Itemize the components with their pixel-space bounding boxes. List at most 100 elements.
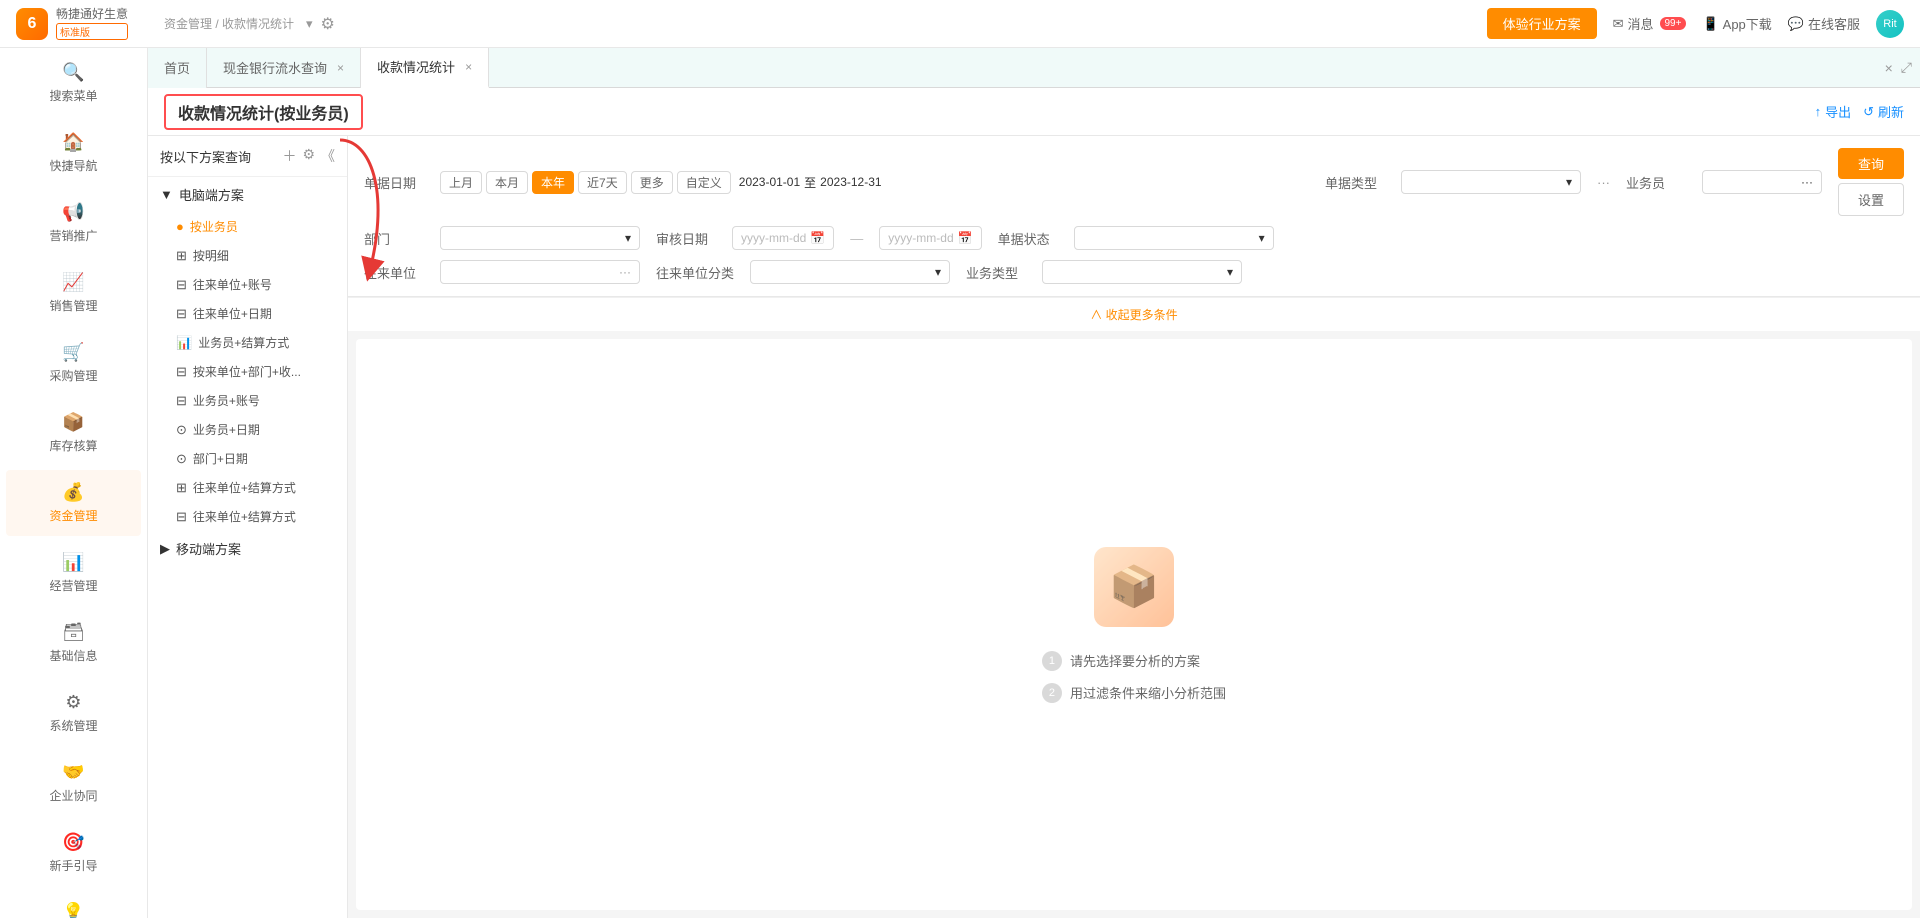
new-guide-icon: 🎯 <box>62 832 84 853</box>
sidebar-label-marketing: 营销推广 <box>49 227 97 244</box>
scheme-partner-dept-label: 按来单位+部门+收... <box>193 363 301 380</box>
collapse-bar[interactable]: ∧ 收起更多条件 <box>348 297 1920 331</box>
query-btn[interactable]: 查询 <box>1838 148 1904 179</box>
review-from-placeholder: yyyy-mm-dd <box>741 231 806 245</box>
dept-select[interactable]: ▾ <box>440 226 640 250</box>
sidebar-item-quick-nav[interactable]: 🏠 快捷导航 <box>6 120 141 186</box>
date-this-year[interactable]: 本年 <box>532 171 574 194</box>
tab-bank-flow[interactable]: 现金银行流水查询 × <box>207 48 361 88</box>
sidebar-item-operation[interactable]: 📊 经营管理 <box>6 540 141 606</box>
tab-collection-close[interactable]: × <box>465 60 472 74</box>
date-more[interactable]: 更多 <box>631 171 673 194</box>
trial-btn[interactable]: 体验行业方案 <box>1487 8 1597 39</box>
partner-input[interactable]: ··· <box>440 260 640 284</box>
doc-status-select[interactable]: ▾ <box>1074 226 1274 250</box>
sidebar-item-basic-info[interactable]: 🗃 基础信息 <box>6 610 141 676</box>
scheme-salesman-date[interactable]: ⊙ 业务员+日期 <box>160 415 347 444</box>
empty-step-2: 2 用过滤条件来缩小分析范围 <box>1042 683 1226 703</box>
step-1-text: 请先选择要分析的方案 <box>1070 651 1200 670</box>
partner-type-chevron: ▾ <box>935 265 941 279</box>
export-icon: ↑ <box>1815 104 1822 119</box>
left-panel-title: 按以下方案查询 <box>160 147 251 166</box>
date-last-7days[interactable]: 近7天 <box>578 171 627 194</box>
scheme-ps2-icon: ⊟ <box>176 509 187 525</box>
messages-badge: 99+ <box>1660 17 1687 30</box>
tab-restore-icon[interactable]: ⤢ <box>1901 59 1912 76</box>
online-service-btn[interactable]: 💬 在线客服 <box>1788 14 1860 33</box>
sidebar-item-purchase[interactable]: 🛒 采购管理 <box>6 330 141 396</box>
date-last-month[interactable]: 上月 <box>440 171 482 194</box>
mobile-group-header[interactable]: ▶ 移动端方案 <box>148 531 347 566</box>
scheme-partner-settle[interactable]: ⊞ 往来单位+结算方式 <box>160 473 347 502</box>
export-btn[interactable]: ↑ 导出 <box>1815 102 1852 121</box>
refresh-btn[interactable]: ↺ 刷新 <box>1863 102 1904 121</box>
empty-steps: 1 请先选择要分析的方案 2 用过滤条件来缩小分析范围 <box>1042 651 1226 703</box>
salesman-select[interactable]: ··· <box>1702 170 1822 194</box>
scheme-partner-dept[interactable]: ⊟ 按来单位+部门+收... <box>160 357 347 386</box>
date-range-sep: 至 <box>804 174 816 191</box>
app-download-btn[interactable]: 📱 App下载 <box>1702 14 1771 33</box>
sidebar-item-inventory[interactable]: 📦 库存核算 <box>6 400 141 466</box>
scheme-dept-date[interactable]: ⊙ 部门+日期 <box>160 444 347 473</box>
sidebar-item-new-guide[interactable]: 🎯 新手引导 <box>6 820 141 886</box>
review-to-cal-icon: 📅 <box>958 231 973 245</box>
date-quick-btns: 上月 本月 本年 近7天 更多 自定义 <box>440 171 731 194</box>
tab-home[interactable]: 首页 <box>148 48 207 88</box>
date-this-month[interactable]: 本月 <box>486 171 528 194</box>
scheme-pa-icon: ⊟ <box>176 277 187 293</box>
tab-bank-flow-close[interactable]: × <box>337 61 344 75</box>
logo-badge: 标准版 <box>56 23 128 40</box>
scheme-settings-icon[interactable]: ⚙ <box>302 146 315 166</box>
partner-type-select[interactable]: ▾ <box>750 260 950 284</box>
sidebar-item-smart-hw[interactable]: 💡 智能硬件 <box>6 890 141 918</box>
app-download-label: App下载 <box>1723 14 1772 33</box>
doc-status-label: 单据状态 <box>998 229 1058 248</box>
user-name: Rit <box>1883 18 1896 30</box>
doc-type-more-icon[interactable]: ··· <box>1597 175 1610 190</box>
header-dropdown-icon[interactable]: ▾ <box>306 16 313 32</box>
collapse-panel-btn[interactable]: 《 <box>321 146 335 166</box>
desktop-group-header[interactable]: ▼ 电脑端方案 <box>148 177 347 212</box>
enterprise-icon: 🤝 <box>62 762 84 783</box>
left-panel-header: 按以下方案查询 ＋ ⚙ 《 <box>148 136 347 177</box>
scheme-partner-settle2[interactable]: ⊟ 往来单位+结算方式 <box>160 502 347 531</box>
sidebar-label-sales: 销售管理 <box>49 297 97 314</box>
empty-area: 📦 1 请先选择要分析的方案 2 用过滤条件来缩小分析范围 <box>356 339 1912 910</box>
user-avatar[interactable]: Rit <box>1876 10 1904 38</box>
date-label: 单据日期 <box>364 173 424 192</box>
salesman-label: 业务员 <box>1626 173 1686 192</box>
mobile-group-arrow: ▶ <box>160 541 170 557</box>
biz-type-select[interactable]: ▾ <box>1042 260 1242 284</box>
scheme-by-salesman[interactable]: ● 按业务员 <box>160 212 347 241</box>
sidebar-item-enterprise[interactable]: 🤝 企业协同 <box>6 750 141 816</box>
scheme-by-detail[interactable]: ⊞ 按明细 <box>160 241 347 270</box>
filter-row-2: 部门 ▾ 审核日期 yyyy-mm-dd 📅 — yyyy-mm-dd <box>364 226 1904 250</box>
partner-more-icon[interactable]: ··· <box>619 265 631 279</box>
sidebar-item-marketing[interactable]: 📢 营销推广 <box>6 190 141 256</box>
review-date-from[interactable]: yyyy-mm-dd 📅 <box>732 226 834 250</box>
review-date-to[interactable]: yyyy-mm-dd 📅 <box>879 226 981 250</box>
header-nav-area: 资金管理 / 收款情况统计 ▾ ⚙ <box>164 14 1487 34</box>
scheme-salesman-account[interactable]: ⊟ 业务员+账号 <box>160 386 347 415</box>
tab-collection[interactable]: 收款情况统计 × <box>361 48 489 88</box>
add-scheme-btn[interactable]: ＋ <box>282 146 296 166</box>
filter-row-3: 往来单位 ··· 往来单位分类 ▾ 业务类型 <box>364 260 1904 284</box>
messages-btn[interactable]: ✉ 消息 99+ <box>1613 14 1687 33</box>
sidebar-label-finance: 资金管理 <box>49 507 97 524</box>
sidebar-item-search[interactable]: 🔍 搜索菜单 <box>6 50 141 116</box>
scheme-partner-account[interactable]: ⊟ 往来单位+账号 <box>160 270 347 299</box>
settings-icon[interactable]: ⚙ <box>321 14 335 34</box>
sidebar-label-enterprise: 企业协同 <box>49 787 97 804</box>
sidebar-item-system[interactable]: ⚙ 系统管理 <box>6 680 141 746</box>
tab-close-all-icon[interactable]: × <box>1885 60 1893 76</box>
sidebar-item-finance[interactable]: 💰 资金管理 <box>6 470 141 536</box>
date-custom[interactable]: 自定义 <box>677 171 731 194</box>
finance-icon: 💰 <box>62 482 84 503</box>
doc-type-select[interactable]: ▾ <box>1401 170 1581 194</box>
scheme-sacc-icon: ⊟ <box>176 393 187 409</box>
sidebar-item-sales[interactable]: 📈 销售管理 <box>6 260 141 326</box>
header-breadcrumb: 资金管理 / 收款情况统计 <box>164 15 294 32</box>
scheme-salesman-settle[interactable]: 📊 业务员+结算方式 <box>160 328 347 357</box>
settings-btn[interactable]: 设置 <box>1838 183 1904 216</box>
scheme-partner-date[interactable]: ⊟ 往来单位+日期 <box>160 299 347 328</box>
